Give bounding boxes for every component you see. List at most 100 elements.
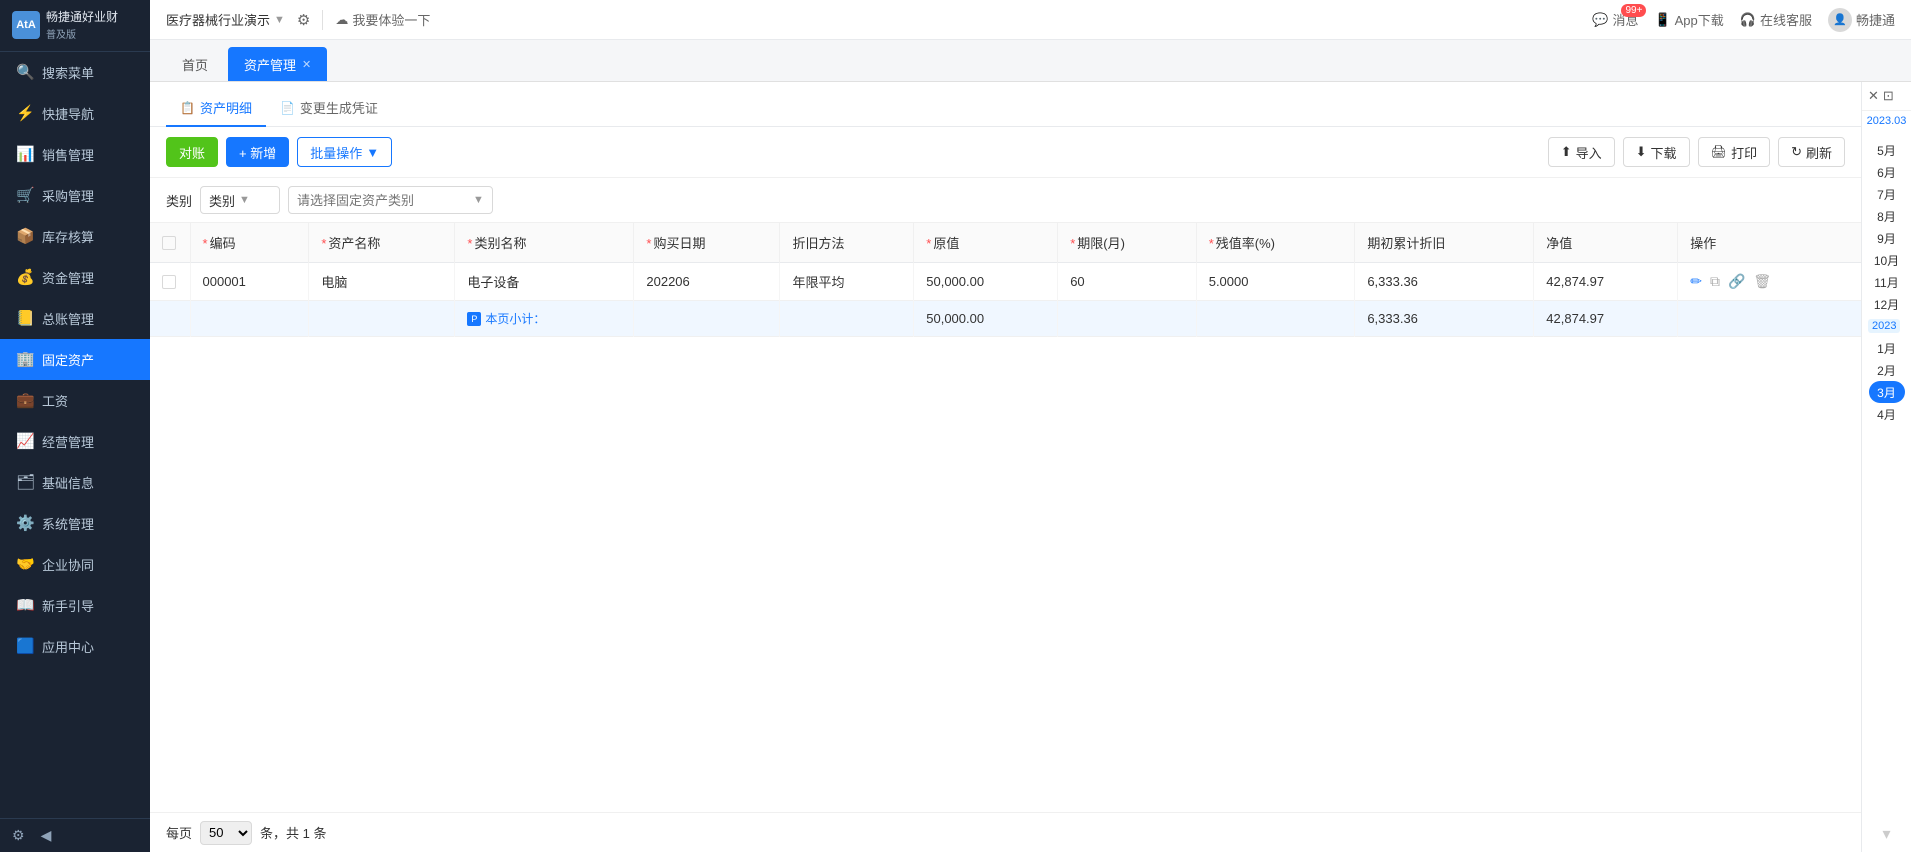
copy-icon[interactable]: ⧉	[1710, 273, 1720, 290]
col-purchase-date: *购买日期	[634, 223, 780, 263]
sidebar-item-purchase[interactable]: 🛒 采购管理	[0, 175, 150, 216]
topbar-right: 💬 消息 99+ 📱 App下载 🎧 在线客服 👤 畅捷通	[1592, 8, 1895, 32]
sidebar-label-inventory: 库存核算	[42, 227, 94, 246]
per-page-select[interactable]: 50 100 200	[200, 821, 252, 845]
sidebar-item-salary[interactable]: 💼 工资	[0, 380, 150, 421]
cal-month-4[interactable]: 4月	[1869, 403, 1905, 425]
app-download-icon: 📱	[1654, 12, 1670, 28]
settings-icon[interactable]: ⚙	[12, 827, 25, 844]
panel-scroll-down-icon[interactable]: ▾	[1882, 824, 1890, 844]
sidebar-item-sales[interactable]: 📊 销售管理	[0, 134, 150, 175]
feedback-label: 我要体验一下	[352, 10, 430, 29]
new-button[interactable]: + 新增	[226, 137, 289, 167]
company-name: 医疗器械行业演示	[166, 10, 270, 29]
refresh-button[interactable]: ↻ 刷新	[1778, 137, 1845, 167]
tab-close-icon[interactable]: ✕	[302, 58, 311, 71]
cal-month-11[interactable]: 11月	[1869, 271, 1905, 293]
category-search-input[interactable]	[297, 193, 473, 208]
panel-close-icon[interactable]: ✕	[1868, 88, 1879, 104]
sidebar-label-apps: 应用中心	[42, 637, 94, 656]
company-selector[interactable]: 医疗器械行业演示 ▼	[166, 10, 285, 29]
batch-ops-button[interactable]: 批量操作 ▼	[297, 137, 392, 167]
sidebar-icon-ledger: 📒	[16, 309, 34, 327]
cal-month-9[interactable]: 9月	[1869, 227, 1905, 249]
row-code: 000001	[190, 263, 309, 301]
sidebar-item-coop[interactable]: 🤝 企业协同	[0, 544, 150, 585]
asset-table: *编码 *资产名称 *类别名称 *购买日期 折旧方法 *原值 *期限(月) *残…	[150, 223, 1861, 337]
link-icon[interactable]: 🔗	[1728, 273, 1745, 290]
sidebar-label-guide: 新手引导	[42, 596, 94, 615]
sidebar-icon-quicknav: ⚡	[16, 104, 34, 122]
import-button[interactable]: ⬆ 导入	[1548, 137, 1615, 167]
sidebar-item-funds[interactable]: 💰 资金管理	[0, 257, 150, 298]
edit-icon[interactable]: ✏	[1690, 273, 1702, 290]
sub-tab-change-voucher[interactable]: 📄 变更生成凭证	[266, 92, 392, 127]
refresh-label: 刷新	[1806, 143, 1832, 162]
sidebar-item-search[interactable]: 🔍 搜索菜单	[0, 52, 150, 93]
sidebar-icon-fixed: 🏢	[16, 350, 34, 368]
panel-icons: ✕ ⊡	[1868, 88, 1894, 104]
cal-month-3[interactable]: 3月	[1869, 381, 1905, 403]
tab-home-label: 首页	[182, 55, 208, 74]
sidebar-item-ledger[interactable]: 📒 总账管理	[0, 298, 150, 339]
user-menu[interactable]: 👤 畅捷通	[1828, 8, 1895, 32]
app-logo: AtA 畅捷通好业财 普及版	[0, 0, 150, 52]
sidebar-item-basic[interactable]: 🗂 基础信息	[0, 462, 150, 503]
sidebar-item-system[interactable]: ⚙️ 系统管理	[0, 503, 150, 544]
sidebar-item-guide[interactable]: 📖 新手引导	[0, 585, 150, 626]
app-download-button[interactable]: 📱 App下载	[1654, 10, 1723, 29]
sidebar-icon-guide: 📖	[16, 596, 34, 614]
collapse-icon[interactable]: ◀	[41, 827, 52, 844]
col-category: *类别名称	[455, 223, 634, 263]
tab-home[interactable]: 首页	[166, 47, 224, 81]
tab-asset-mgmt[interactable]: 资产管理 ✕	[228, 47, 327, 81]
select-all-checkbox[interactable]	[162, 236, 176, 250]
row-net-value: 42,874.97	[1534, 263, 1678, 301]
feedback-button[interactable]: ☁ 我要体验一下	[335, 10, 430, 29]
calendar-current-months: 1月 2月 3月 4月	[1862, 337, 1911, 425]
sidebar-item-apps[interactable]: 🟦 应用中心	[0, 626, 150, 667]
subtotal-text: 本页小计：	[485, 310, 545, 327]
row-checkbox-cell	[150, 263, 190, 301]
row-initial-accum-deprec: 6,333.36	[1355, 263, 1534, 301]
category-type-select[interactable]: 类别 ▼	[200, 186, 280, 214]
sidebar-item-inventory[interactable]: 📦 库存核算	[0, 216, 150, 257]
print-button[interactable]: 🖨 打印	[1698, 137, 1771, 167]
cal-month-8[interactable]: 8月	[1869, 205, 1905, 227]
delete-icon[interactable]: 🗑	[1753, 273, 1771, 290]
reconcile-button[interactable]: 对账	[166, 137, 218, 167]
cal-month-5[interactable]: 5月	[1869, 139, 1905, 161]
feedback-icon: ☁	[335, 12, 348, 28]
online-service-button[interactable]: 🎧 在线客服	[1740, 10, 1812, 29]
settings-gear-icon[interactable]: ⚙	[297, 11, 310, 29]
cal-month-12[interactable]: 12月	[1869, 293, 1905, 315]
tab-asset-mgmt-label: 资产管理	[244, 55, 296, 74]
print-label: 打印	[1731, 143, 1757, 162]
sidebar-item-quicknav[interactable]: ⚡ 快捷导航	[0, 93, 150, 134]
row-depreciation-method: 年限平均	[780, 263, 914, 301]
sidebar-icon-apps: 🟦	[16, 637, 34, 655]
batch-arrow-icon: ▼	[366, 145, 379, 160]
sub-tab-asset-detail[interactable]: 📋 资产明细	[166, 92, 266, 127]
sidebar-item-ops[interactable]: 📈 经营管理	[0, 421, 150, 462]
print-icon: 🖨	[1711, 144, 1728, 160]
per-page-label: 每页	[166, 823, 192, 842]
messages-button[interactable]: 💬 消息 99+	[1592, 10, 1638, 29]
reconcile-label: 对账	[179, 143, 205, 162]
cal-month-10[interactable]: 10月	[1869, 249, 1905, 271]
cal-month-2[interactable]: 2月	[1869, 359, 1905, 381]
cal-month-6[interactable]: 6月	[1869, 161, 1905, 183]
panel-bottom: ▾	[1882, 425, 1890, 852]
category-search-input-wrap[interactable]: ▼	[288, 186, 493, 214]
panel-expand-icon[interactable]: ⊡	[1883, 88, 1894, 104]
right-panel-header: ✕ ⊡	[1862, 82, 1911, 111]
sidebar-icon-sales: 📊	[16, 145, 34, 163]
row-checkbox[interactable]	[162, 275, 176, 289]
subtotal-initial-accum-deprec: 6,333.36	[1355, 301, 1534, 337]
sidebar-item-fixed[interactable]: 🏢 固定资产	[0, 339, 150, 380]
cal-month-1[interactable]: 1月	[1869, 337, 1905, 359]
download-button[interactable]: ⬇ 下载	[1623, 137, 1690, 167]
sidebar-icon-search: 🔍	[16, 63, 34, 81]
cal-month-7[interactable]: 7月	[1869, 183, 1905, 205]
row-actions: ✏ ⧉ 🔗 🗑	[1678, 263, 1861, 301]
